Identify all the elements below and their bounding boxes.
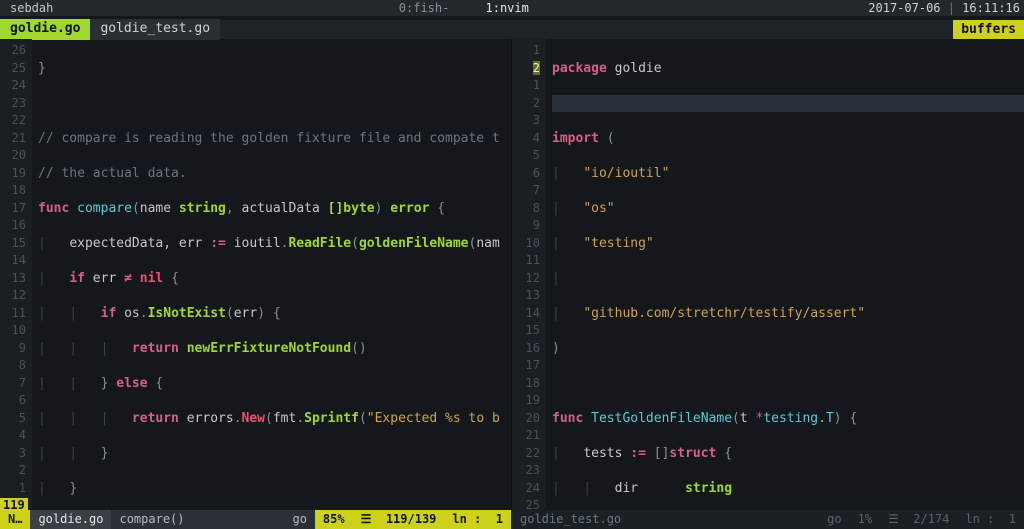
gutter-left: 26 25 24 23 22 21 20 19 18 17 16 15 14 1…: [0, 39, 32, 510]
tmux-window-0[interactable]: 0:fish-: [399, 1, 450, 15]
vim-tabline: goldie.go goldie_test.go buffers: [0, 20, 1024, 39]
tmux-clock: 2017-07-0616:11:16: [868, 0, 1020, 16]
status-filetype-right: go: [819, 510, 849, 529]
pane-left[interactable]: 26 25 24 23 22 21 20 19 18 17 16 15 14 1…: [0, 39, 512, 510]
bufferline-label[interactable]: buffers: [953, 20, 1024, 40]
status-position: ☰ 119/139: [353, 510, 445, 529]
tmux-window-1[interactable]: 1:nvim: [485, 1, 528, 15]
status-filename-right: goldie_test.go: [512, 510, 629, 529]
status-funcname: compare(): [111, 510, 192, 529]
status-position-right: ☰ 2/174: [880, 510, 957, 529]
code-left[interactable]: } // compare is reading the golden fixtu…: [32, 39, 511, 510]
mode-indicator: N…: [0, 510, 30, 529]
tmux-status-bar: sebdah 0:fish- 1:nvim 2017-07-0616:11:16: [0, 0, 1024, 20]
status-line-col-right: ln : 1: [957, 510, 1024, 529]
status-line-col: ln : 1: [444, 510, 511, 529]
tab-goldie-go[interactable]: goldie.go: [0, 19, 90, 40]
cursor-marker: 2: [533, 61, 540, 75]
statusline-right: goldie_test.go go 1% ☰ 2/174 ln : 1: [512, 510, 1024, 529]
gutter-right: 1 2 1 2 3 4 5 6 7 8 9 10 11 12 13 14 15 …: [512, 39, 546, 510]
statusline-row: N… goldie.go compare() go 85% ☰ 119/139 …: [0, 510, 1024, 529]
status-filetype: go: [284, 510, 314, 529]
code-right[interactable]: package goldie import ( | "io/ioutil" | …: [546, 39, 1024, 510]
status-filename: goldie.go: [30, 510, 111, 529]
tmux-session-name: sebdah: [4, 0, 59, 16]
pane-right[interactable]: 1 2 1 2 3 4 5 6 7 8 9 10 11 12 13 14 15 …: [512, 39, 1024, 510]
tmux-window-list: 0:fish- 1:nvim: [59, 0, 868, 16]
current-line-number: 119: [0, 498, 28, 510]
status-percent: 85%: [315, 510, 353, 529]
status-percent-right: 1%: [850, 510, 880, 529]
tab-goldie-test-go[interactable]: goldie_test.go: [90, 19, 220, 40]
statusline-left: N… goldie.go compare() go 85% ☰ 119/139 …: [0, 510, 512, 529]
editor-panes: 26 25 24 23 22 21 20 19 18 17 16 15 14 1…: [0, 39, 1024, 510]
